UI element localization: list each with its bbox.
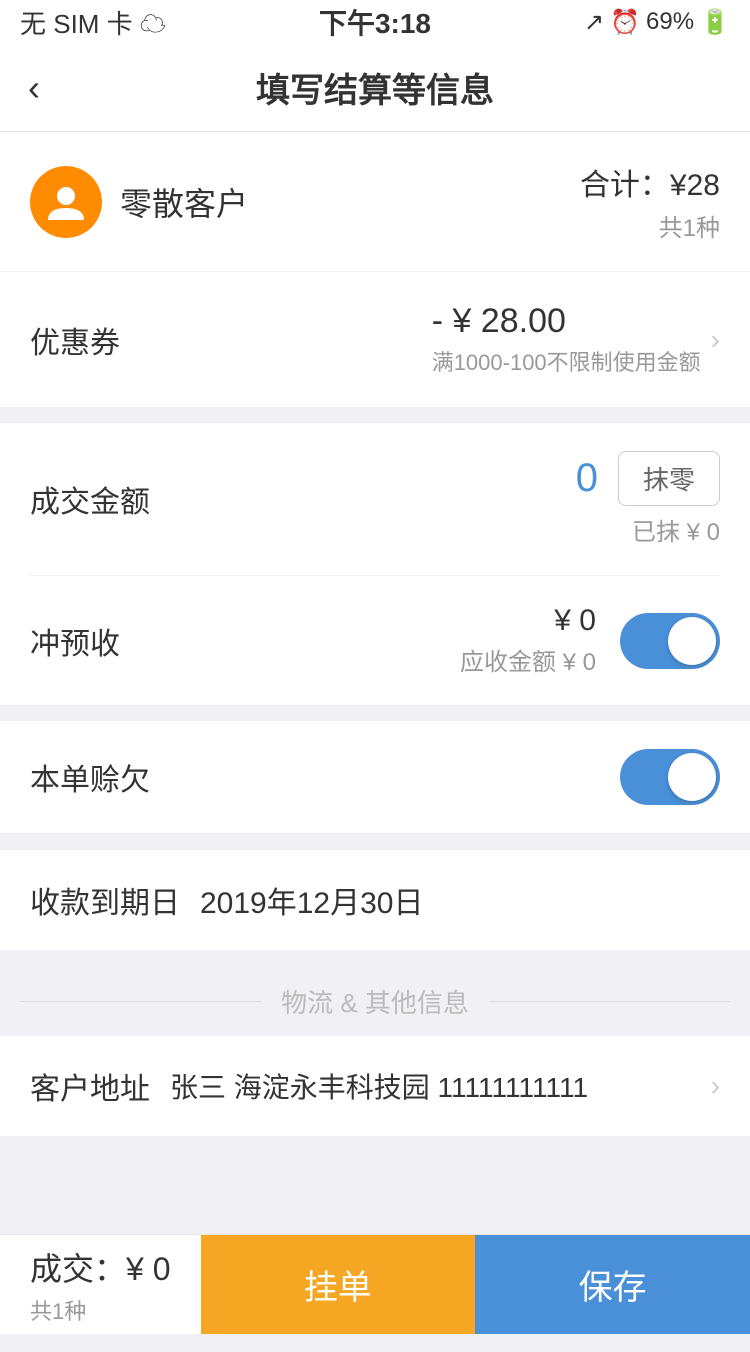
prereceive-right: ¥ 0 应收金额 ¥ 0	[460, 604, 720, 677]
no-sim-text: 无 SIM 卡 ☁	[20, 4, 166, 41]
customer-right: 合计：¥28 共1种	[580, 160, 720, 243]
duedate-row: 收款到期日 2019年12月30日	[30, 878, 720, 922]
status-bar: 无 SIM 卡 ☁ 下午3:18 ↗ ⏰ 69% 🔋	[0, 0, 750, 44]
alarm-icon: ⏰	[610, 8, 640, 37]
customer-left: 零散客户	[30, 166, 248, 238]
prereceive-label: 冲预收	[30, 619, 120, 663]
bottom-info: 成交：¥ 0 共1种	[0, 1235, 201, 1334]
battery-text: 69%	[646, 8, 694, 36]
logistics-text: 物流 & 其他信息	[281, 983, 469, 1020]
bottom-deal-amount: ¥ 0	[126, 1251, 170, 1287]
hang-button[interactable]: 挂单	[201, 1235, 476, 1334]
logistics-divider: 物流 & 其他信息	[0, 966, 750, 1036]
address-label: 客户地址	[30, 1064, 150, 1108]
page-title: 填写结算等信息	[256, 63, 494, 112]
debt-section: 本单赊欠	[0, 721, 750, 833]
prereceive-row: 冲预收 ¥ 0 应收金额 ¥ 0	[0, 576, 750, 705]
battery-icon: 🔋	[700, 8, 730, 37]
customer-count: 共1种	[580, 208, 720, 243]
deal-section: 成交金额 0 抹零 已抹 ¥ 0 冲预收 ¥ 0 应收金额 ¥ 0	[0, 423, 750, 705]
logistics-line-left	[20, 1001, 261, 1002]
save-button[interactable]: 保存	[475, 1235, 750, 1334]
status-time: 下午3:18	[319, 2, 431, 42]
bottom-deal-label: 成交：	[30, 1251, 126, 1287]
prereceive-values: ¥ 0 应收金额 ¥ 0	[460, 604, 596, 677]
deal-input-row: 0 抹零	[576, 451, 720, 506]
duedate-section: 收款到期日 2019年12月30日	[0, 849, 750, 950]
deal-amount[interactable]: 0	[576, 456, 598, 501]
duedate-value[interactable]: 2019年12月30日	[200, 878, 423, 922]
customer-section: 零散客户 合计：¥28 共1种 优惠券 - ¥ 28.00 满1000-100不…	[0, 132, 750, 407]
bottom-deal: 成交：¥ 0	[30, 1244, 171, 1290]
debt-toggle[interactable]	[620, 749, 720, 805]
deal-row: 成交金额 0 抹零 已抹 ¥ 0	[0, 423, 750, 575]
deal-sub: 已抹 ¥ 0	[632, 512, 720, 547]
coupon-label: 优惠券	[30, 318, 120, 362]
debt-label: 本单赊欠	[30, 755, 150, 799]
address-chevron-icon: ›	[711, 1070, 720, 1102]
status-left: 无 SIM 卡 ☁	[20, 4, 166, 41]
prereceive-sub: 应收金额 ¥ 0	[460, 642, 596, 677]
customer-row: 零散客户 合计：¥28 共1种	[0, 132, 750, 271]
prereceive-amount: ¥ 0	[460, 604, 596, 638]
coupon-row[interactable]: 优惠券 - ¥ 28.00 满1000-100不限制使用金额 ›	[0, 271, 750, 407]
coupon-right: - ¥ 28.00 满1000-100不限制使用金额 ›	[432, 302, 720, 377]
deal-label: 成交金额	[30, 477, 150, 521]
duedate-label: 收款到期日	[30, 878, 180, 922]
coupon-desc: 满1000-100不限制使用金额	[432, 345, 701, 377]
back-button[interactable]: ‹	[28, 67, 40, 109]
address-section[interactable]: 客户地址 张三 海淀永丰科技园 11111111111 ›	[0, 1036, 750, 1136]
customer-name: 零散客户	[120, 179, 248, 225]
deal-right: 0 抹零 已抹 ¥ 0	[576, 451, 720, 547]
round-button[interactable]: 抹零	[618, 451, 720, 506]
prereceive-toggle[interactable]	[620, 613, 720, 669]
avatar	[30, 166, 102, 238]
customer-total: 合计：¥28	[580, 160, 720, 204]
coupon-discount: - ¥ 28.00	[432, 302, 701, 341]
location-icon: ↗	[584, 8, 604, 37]
nav-bar: ‹ 填写结算等信息	[0, 44, 750, 132]
status-right: ↗ ⏰ 69% 🔋	[584, 8, 730, 37]
bottom-bar: 成交：¥ 0 共1种 挂单 保存	[0, 1234, 750, 1334]
coupon-chevron-icon: ›	[711, 324, 720, 356]
logistics-line-right	[489, 1001, 730, 1002]
bottom-count: 共1种	[30, 1294, 171, 1326]
address-value: 张三 海淀永丰科技园 11111111111	[170, 1066, 711, 1106]
